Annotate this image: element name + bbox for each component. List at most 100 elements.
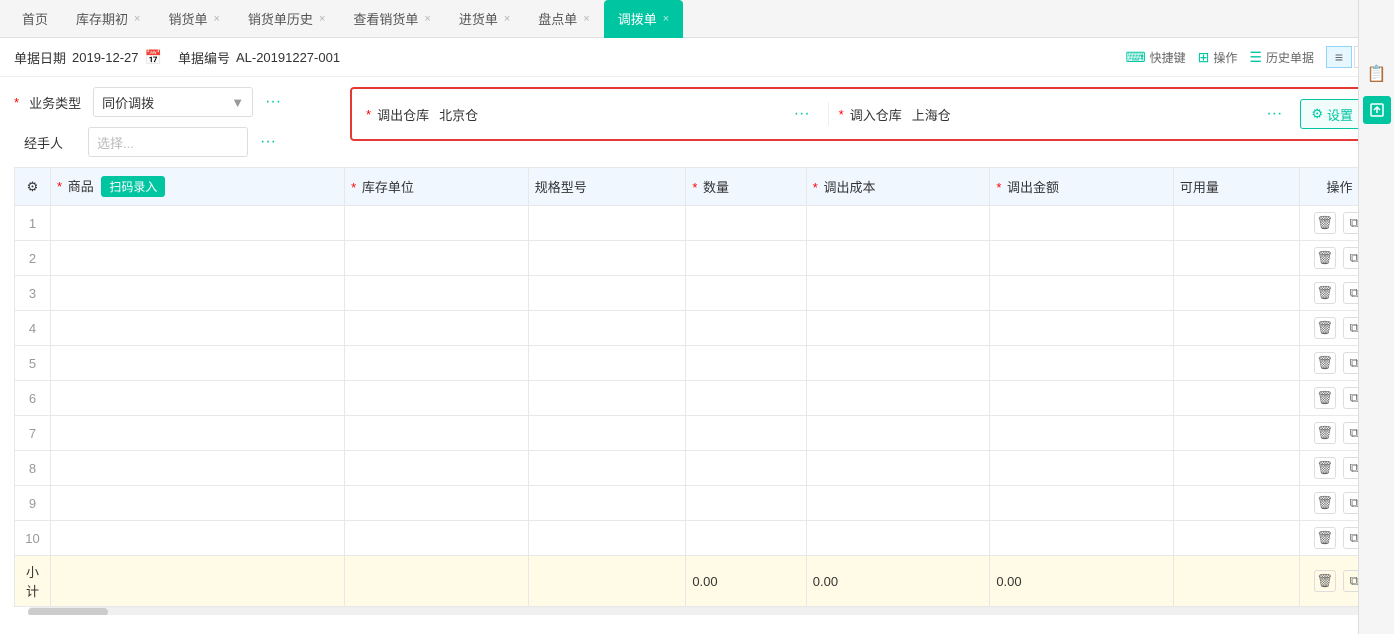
tab-view-sales[interactable]: 查看销货单 ×	[339, 0, 444, 38]
row-5-available[interactable]	[1173, 346, 1299, 381]
transfer-out-more-icon[interactable]: ···	[794, 105, 810, 123]
row-11-cost[interactable]: 0.00	[806, 556, 990, 607]
delete-row-11-button[interactable]: 🗑	[1314, 570, 1336, 592]
row-11-amount[interactable]: 0.00	[990, 556, 1174, 607]
row-5-cost[interactable]	[806, 346, 990, 381]
row-11-qty[interactable]: 0.00	[686, 556, 806, 607]
row-4-unit[interactable]	[345, 311, 529, 346]
col-gear[interactable]: ⚙	[15, 168, 51, 206]
row-2-qty[interactable]	[686, 241, 806, 276]
history-button[interactable]: ☰ 历史单据	[1249, 49, 1314, 66]
tab-inventory-check-close[interactable]: ×	[583, 13, 589, 25]
row-1-unit[interactable]	[345, 206, 529, 241]
tab-home[interactable]: 首页	[8, 0, 62, 38]
operations-button[interactable]: ⊞ 操作	[1198, 49, 1238, 66]
row-8-product[interactable]	[51, 451, 345, 486]
calendar-icon[interactable]: 📅	[145, 49, 162, 66]
row-3-unit[interactable]	[345, 276, 529, 311]
delete-row-10-button[interactable]: 🗑	[1314, 527, 1336, 549]
row-7-qty[interactable]	[686, 416, 806, 451]
row-3-qty[interactable]	[686, 276, 806, 311]
row-9-spec[interactable]	[528, 486, 686, 521]
row-7-spec[interactable]	[528, 416, 686, 451]
row-3-cost[interactable]	[806, 276, 990, 311]
row-2-cost[interactable]	[806, 241, 990, 276]
row-5-qty[interactable]	[686, 346, 806, 381]
tab-transfer-order-close[interactable]: ×	[663, 13, 669, 25]
shortcuts-button[interactable]: ⌨ 快捷键	[1125, 49, 1185, 66]
row-7-product[interactable]	[51, 416, 345, 451]
horizontal-scrollbar[interactable]	[28, 607, 1366, 615]
row-10-cost[interactable]	[806, 521, 990, 556]
row-7-cost[interactable]	[806, 416, 990, 451]
row-7-unit[interactable]	[345, 416, 529, 451]
row-3-spec[interactable]	[528, 276, 686, 311]
row-10-product[interactable]	[51, 521, 345, 556]
tab-transfer-order[interactable]: 调拨单 ×	[604, 0, 683, 38]
transfer-in-more-icon[interactable]: ···	[1266, 105, 1282, 123]
delete-row-4-button[interactable]: 🗑	[1314, 317, 1336, 339]
row-3-available[interactable]	[1173, 276, 1299, 311]
biz-type-select[interactable]: 同价调拨 ▼	[93, 87, 253, 117]
row-2-unit[interactable]	[345, 241, 529, 276]
row-4-spec[interactable]	[528, 311, 686, 346]
row-8-qty[interactable]	[686, 451, 806, 486]
tab-sales-order[interactable]: 销货单 ×	[154, 0, 233, 38]
tab-sales-history-close[interactable]: ×	[319, 13, 325, 25]
row-6-spec[interactable]	[528, 381, 686, 416]
row-1-spec[interactable]	[528, 206, 686, 241]
scrollbar-thumb[interactable]	[28, 608, 108, 615]
row-10-unit[interactable]	[345, 521, 529, 556]
tab-purchase-order-close[interactable]: ×	[504, 13, 510, 25]
delete-row-1-button[interactable]: 🗑	[1314, 212, 1336, 234]
view-list-button[interactable]: ≡	[1326, 46, 1352, 68]
row-8-amount[interactable]	[990, 451, 1174, 486]
row-4-product[interactable]	[51, 311, 345, 346]
row-11-product[interactable]	[51, 556, 345, 607]
sidebar-doc-icon[interactable]: 📋	[1363, 60, 1391, 88]
delete-row-3-button[interactable]: 🗑	[1314, 282, 1336, 304]
delete-row-9-button[interactable]: 🗑	[1314, 492, 1336, 514]
delete-row-5-button[interactable]: 🗑	[1314, 352, 1336, 374]
row-2-spec[interactable]	[528, 241, 686, 276]
row-9-unit[interactable]	[345, 486, 529, 521]
tab-inventory-init-close[interactable]: ×	[134, 13, 140, 25]
row-11-unit[interactable]	[345, 556, 529, 607]
row-9-cost[interactable]	[806, 486, 990, 521]
tab-view-sales-close[interactable]: ×	[424, 13, 430, 25]
row-6-available[interactable]	[1173, 381, 1299, 416]
row-1-amount[interactable]	[990, 206, 1174, 241]
row-5-unit[interactable]	[345, 346, 529, 381]
row-8-spec[interactable]	[528, 451, 686, 486]
row-4-cost[interactable]	[806, 311, 990, 346]
row-11-available[interactable]	[1173, 556, 1299, 607]
row-6-cost[interactable]	[806, 381, 990, 416]
row-9-qty[interactable]	[686, 486, 806, 521]
tab-inventory-init[interactable]: 库存期初 ×	[62, 0, 154, 38]
tab-purchase-order[interactable]: 进货单 ×	[445, 0, 524, 38]
row-5-product[interactable]	[51, 346, 345, 381]
delete-row-6-button[interactable]: 🗑	[1314, 387, 1336, 409]
row-8-unit[interactable]	[345, 451, 529, 486]
tab-sales-history[interactable]: 销货单历史 ×	[234, 0, 339, 38]
row-10-qty[interactable]	[686, 521, 806, 556]
row-6-amount[interactable]	[990, 381, 1174, 416]
delete-row-7-button[interactable]: 🗑	[1314, 422, 1336, 444]
scan-barcode-button[interactable]: 扫码录入	[101, 176, 165, 197]
row-2-amount[interactable]	[990, 241, 1174, 276]
biz-type-more-icon[interactable]: ···	[265, 93, 281, 111]
row-7-amount[interactable]	[990, 416, 1174, 451]
settings-button[interactable]: ⚙ 设置	[1300, 99, 1364, 129]
row-4-qty[interactable]	[686, 311, 806, 346]
tab-sales-order-close[interactable]: ×	[213, 13, 219, 25]
row-6-qty[interactable]	[686, 381, 806, 416]
row-10-amount[interactable]	[990, 521, 1174, 556]
row-9-amount[interactable]	[990, 486, 1174, 521]
row-5-amount[interactable]	[990, 346, 1174, 381]
row-2-product[interactable]	[51, 241, 345, 276]
delete-row-8-button[interactable]: 🗑	[1314, 457, 1336, 479]
row-5-spec[interactable]	[528, 346, 686, 381]
row-8-available[interactable]	[1173, 451, 1299, 486]
row-7-available[interactable]	[1173, 416, 1299, 451]
row-1-product[interactable]	[51, 206, 345, 241]
